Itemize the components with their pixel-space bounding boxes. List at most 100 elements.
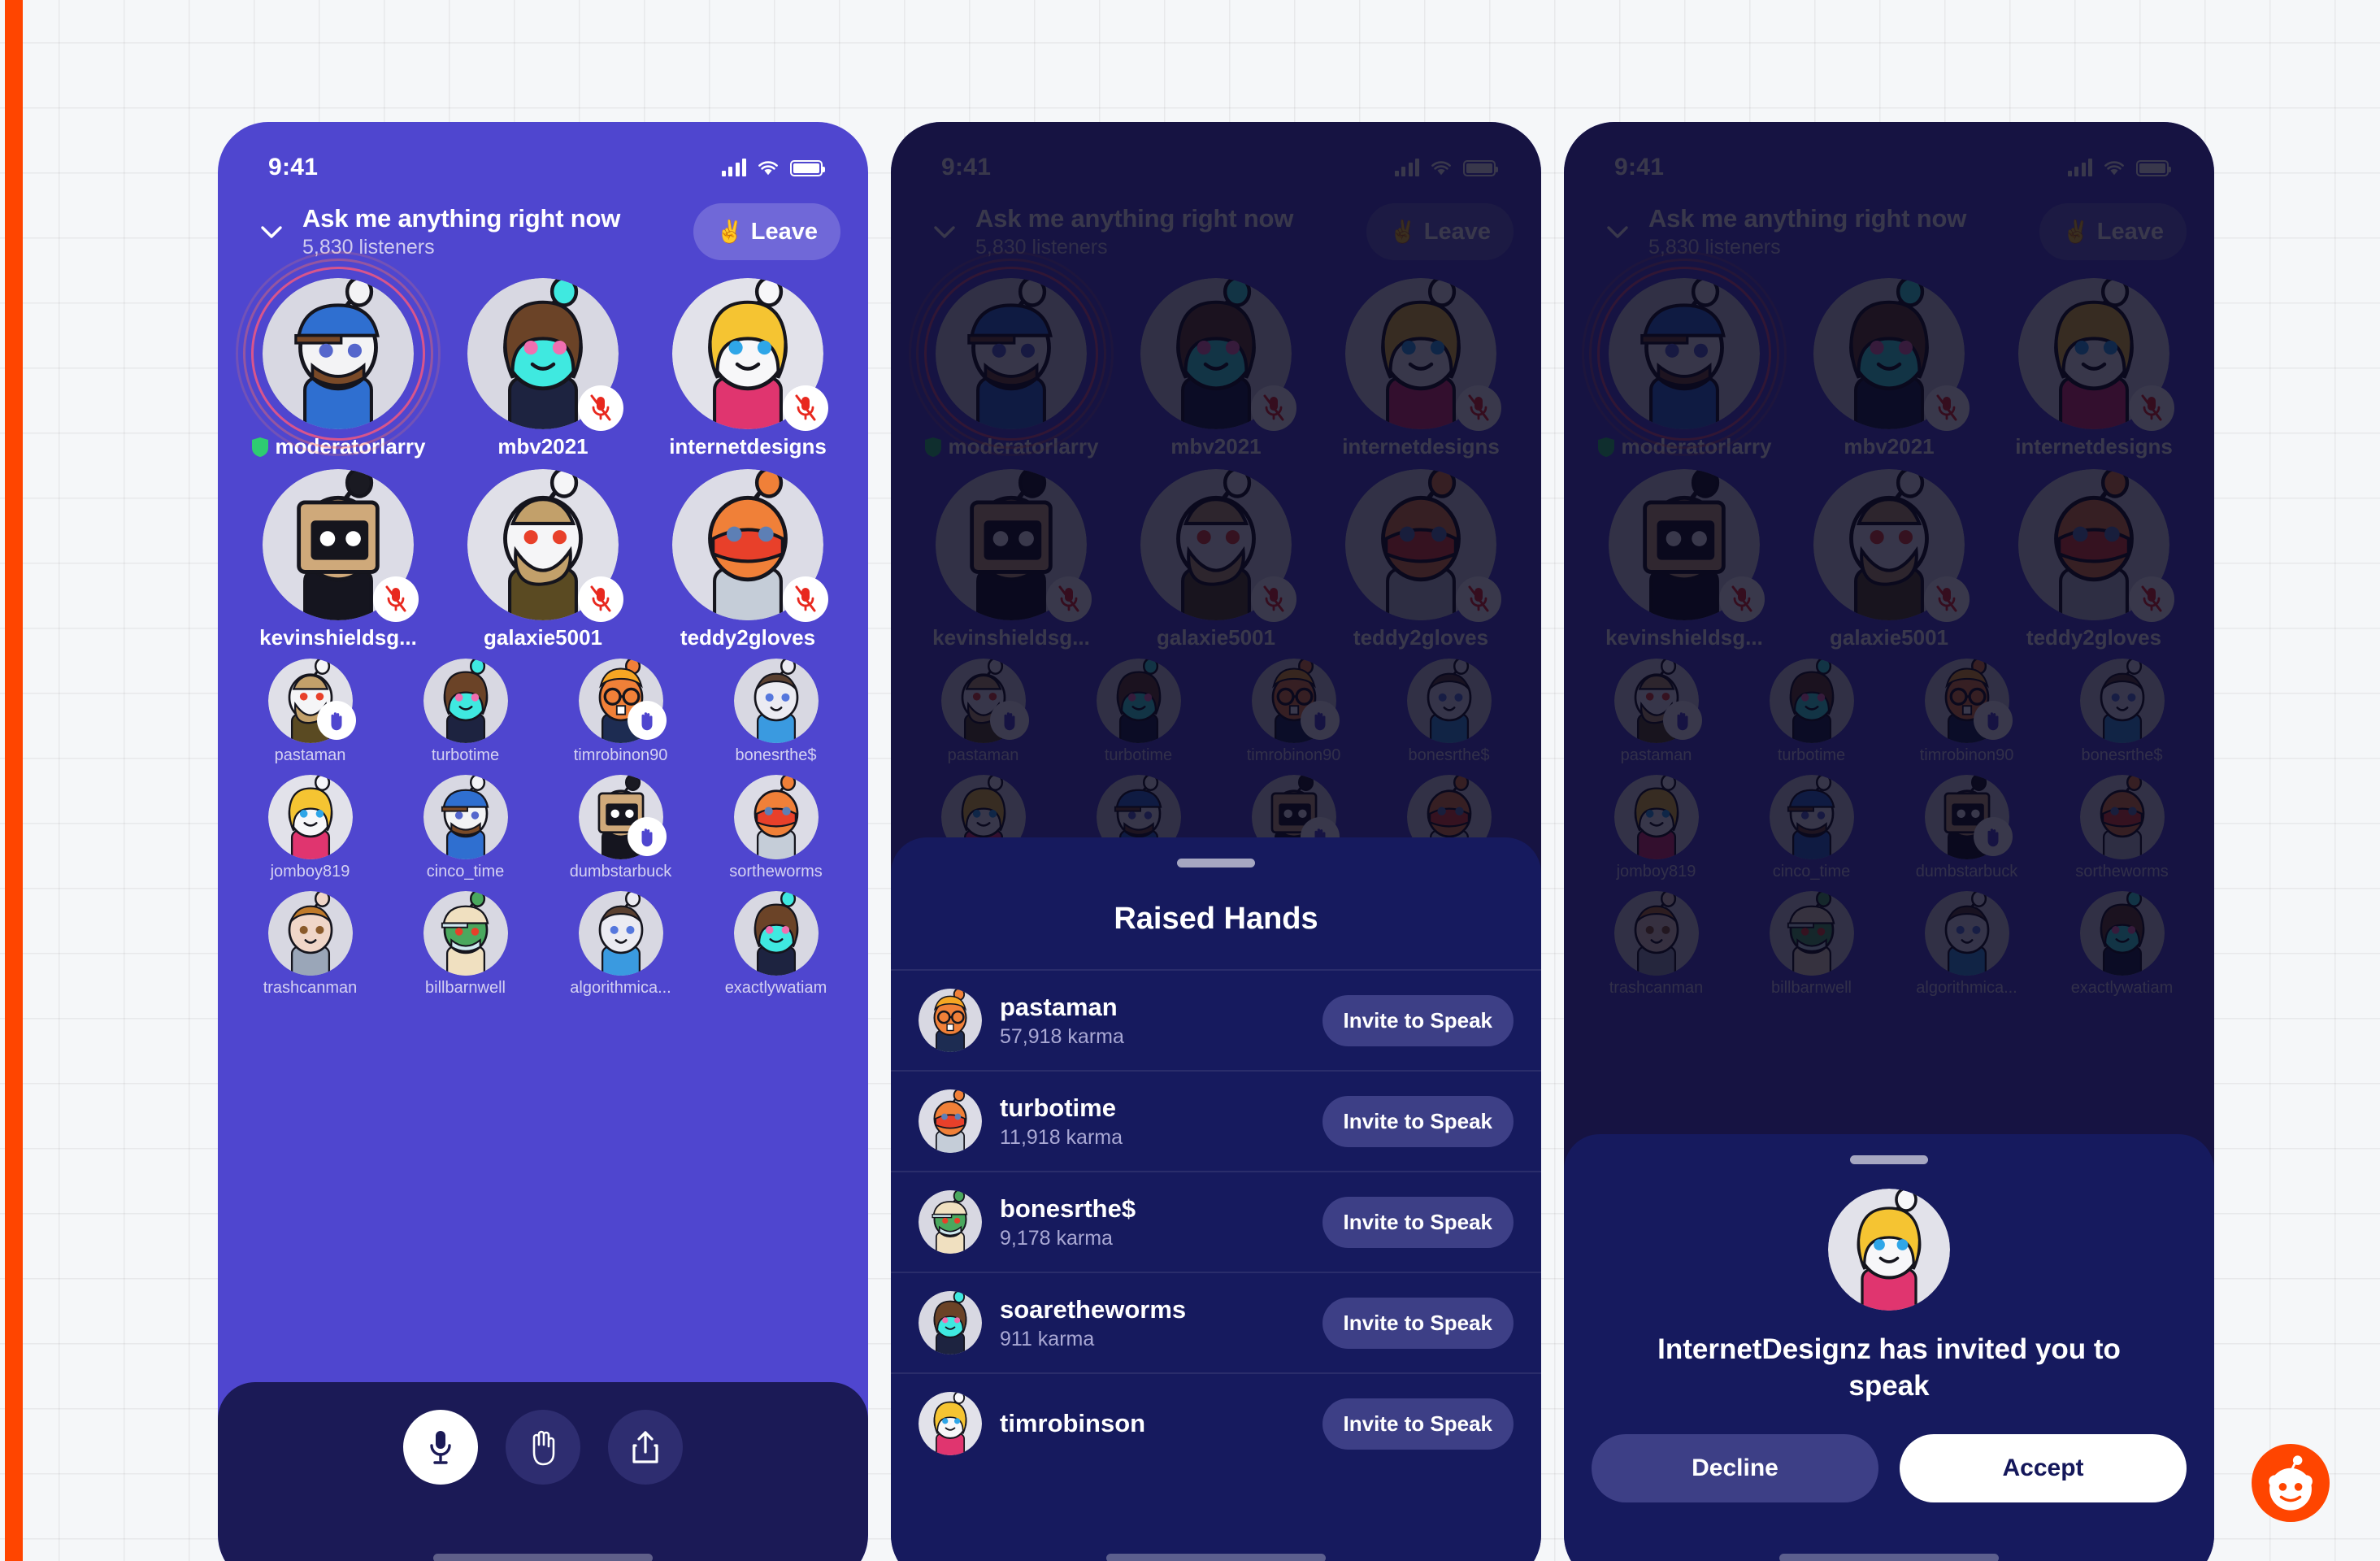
listener-tile[interactable]: cinco_time [1734, 775, 1889, 881]
listener-tile[interactable]: bonesrthe$ [1371, 659, 1527, 765]
speaker-name: internetdesigns [669, 434, 827, 459]
invite-to-speak-button[interactable]: Invite to Speak [1322, 1196, 1514, 1248]
mute-badge [1456, 385, 1501, 431]
speaker-tile[interactable]: galaxie5001 [441, 463, 645, 650]
listener-tile[interactable]: jomboy819 [232, 775, 388, 881]
raised-hand-row[interactable]: turbotime 11,918 karma Invite to Speak [891, 1070, 1541, 1171]
listener-tile[interactable]: algorithmica... [543, 891, 698, 998]
listener-avatar [423, 659, 508, 743]
raised-hand-row[interactable]: pastaman 57,918 karma Invite to Speak [891, 969, 1541, 1070]
mic-button[interactable] [403, 1410, 478, 1485]
leave-button[interactable]: ✌ Leave [693, 203, 840, 260]
invite-to-speak-button[interactable]: Invite to Speak [1322, 1095, 1514, 1147]
speaker-tile[interactable]: moderatorlarry [909, 251, 1114, 459]
chevron-down-icon[interactable] [927, 214, 962, 250]
listener-tile[interactable]: billbarnwell [388, 891, 543, 998]
listener-tile[interactable]: bonesrthe$ [698, 659, 853, 765]
listener-tile[interactable]: dumbstarbuck [543, 775, 698, 881]
room-meta: Ask me anything right now 5,830 listener… [975, 204, 1353, 260]
raised-hand-row[interactable]: soaretheworms 911 karma Invite to Speak [891, 1272, 1541, 1372]
avatar-snoo-cyan-longhair [733, 891, 819, 976]
speaker-tile[interactable]: galaxie5001 [1114, 463, 1318, 650]
hand-raised-badge [989, 701, 1029, 740]
speaker-tile[interactable]: moderatorlarry [1582, 251, 1787, 459]
speaker-tile[interactable]: internetdesigns [1991, 272, 2196, 459]
status-bar: 9:41 [218, 122, 868, 192]
avatar-snoo-orange-mask [733, 775, 819, 859]
raise-hand-button[interactable] [506, 1410, 580, 1485]
share-button[interactable] [608, 1410, 683, 1485]
listener-tile[interactable]: sortheworms [2044, 775, 2200, 881]
chevron-down-icon[interactable] [1600, 214, 1635, 250]
listener-tile[interactable]: dumbstarbuck [1889, 775, 2044, 881]
speaker-tile[interactable]: moderatorlarry [236, 251, 441, 459]
raised-hand-row[interactable]: timrobinson Invite to Speak [891, 1372, 1541, 1473]
raised-hand-avatar [919, 1392, 982, 1455]
speaker-tile[interactable]: kevinshieldsg... [909, 463, 1114, 650]
listener-tile[interactable]: jomboy819 [1579, 775, 1734, 881]
moderator-shield-icon [251, 437, 268, 457]
listener-name: billbarnwell [1771, 979, 1852, 997]
listener-tile[interactable]: pastaman [232, 659, 388, 765]
decline-button[interactable]: Decline [1592, 1433, 1878, 1502]
avatar-snoo-cyan-longhair [1769, 659, 1854, 743]
listener-tile[interactable]: pastaman [1579, 659, 1734, 765]
avatar-snoo-blue-jacket [1406, 659, 1492, 743]
leave-button[interactable]: ✌ Leave [2039, 203, 2187, 260]
listener-tile[interactable]: bonesrthe$ [2044, 659, 2200, 765]
speaker-tile[interactable]: mbv2021 [1114, 272, 1318, 459]
status-bar: 9:41 [891, 122, 1541, 192]
listener-name: billbarnwell [425, 979, 506, 997]
avatar-snoo-orange-mask [919, 1089, 982, 1153]
speaker-tile[interactable]: kevinshieldsg... [236, 463, 441, 650]
raised-hand-username: bonesrthe$ [1000, 1194, 1136, 1224]
listener-tile[interactable]: turbotime [388, 659, 543, 765]
speakers-grid: moderatorlarry mbv2021 internetdesigns k… [891, 251, 1541, 650]
listener-name: timrobinon90 [573, 746, 668, 764]
listener-tile[interactable]: billbarnwell [1734, 891, 1889, 998]
listener-tile[interactable]: sortheworms [698, 775, 853, 881]
listener-tile[interactable]: turbotime [1061, 659, 1216, 765]
speaker-name: teddy2gloves [2026, 625, 2162, 650]
listener-tile[interactable]: exactlywatiam [698, 891, 853, 998]
raised-hands-list: pastaman 57,918 karma Invite to Speak tu… [891, 969, 1541, 1473]
listener-avatar [733, 891, 819, 976]
listener-tile[interactable]: timrobinon90 [1216, 659, 1371, 765]
leave-button[interactable]: ✌ Leave [1366, 203, 1514, 260]
accept-button[interactable]: Accept [1900, 1433, 2187, 1502]
invite-to-speak-button[interactable]: Invite to Speak [1322, 994, 1514, 1046]
speaker-name: teddy2gloves [1353, 625, 1489, 650]
speaker-tile[interactable]: teddy2gloves [1991, 463, 2196, 650]
speaker-tile[interactable]: internetdesigns [645, 272, 850, 459]
chevron-down-icon[interactable] [254, 214, 289, 250]
speaker-tile[interactable]: mbv2021 [441, 272, 645, 459]
speaker-tile[interactable]: internetdesigns [1318, 272, 1523, 459]
raised-hand-row[interactable]: bonesrthe$ 9,178 karma Invite to Speak [891, 1171, 1541, 1272]
sheet-grabber[interactable] [1177, 859, 1255, 867]
listener-tile[interactable]: cinco_time [388, 775, 543, 881]
speaker-tile[interactable]: kevinshieldsg... [1582, 463, 1787, 650]
muted-microphone-icon [795, 585, 816, 612]
invite-to-speak-button[interactable]: Invite to Speak [1322, 1398, 1514, 1450]
mute-badge [783, 385, 828, 431]
leave-button-label: Leave [750, 218, 818, 245]
listener-tile[interactable]: turbotime [1734, 659, 1889, 765]
listener-tile[interactable]: trashcanman [232, 891, 388, 998]
listener-tile[interactable]: trashcanman [1579, 891, 1734, 998]
muted-microphone-icon [795, 394, 816, 421]
speaker-tile[interactable]: teddy2gloves [1318, 463, 1523, 650]
speaker-tile[interactable]: mbv2021 [1787, 272, 1991, 459]
invite-to-speak-button[interactable]: Invite to Speak [1322, 1297, 1514, 1349]
raised-hand-karma: 57,918 karma [1000, 1024, 1124, 1048]
listener-tile[interactable]: timrobinon90 [543, 659, 698, 765]
listener-tile[interactable]: pastaman [906, 659, 1061, 765]
speaker-tile[interactable]: teddy2gloves [645, 463, 850, 650]
speaker-avatar [1813, 278, 1970, 431]
listener-tile[interactable]: exactlywatiam [2044, 891, 2200, 998]
sheet-grabber[interactable] [1850, 1155, 1928, 1164]
listener-tile[interactable]: algorithmica... [1889, 891, 2044, 998]
speaker-tile[interactable]: galaxie5001 [1787, 463, 1991, 650]
listener-tile[interactable]: timrobinon90 [1889, 659, 2044, 765]
raised-hand-meta: turbotime 11,918 karma [1000, 1093, 1305, 1149]
hand-raised-badge [1973, 701, 2013, 740]
